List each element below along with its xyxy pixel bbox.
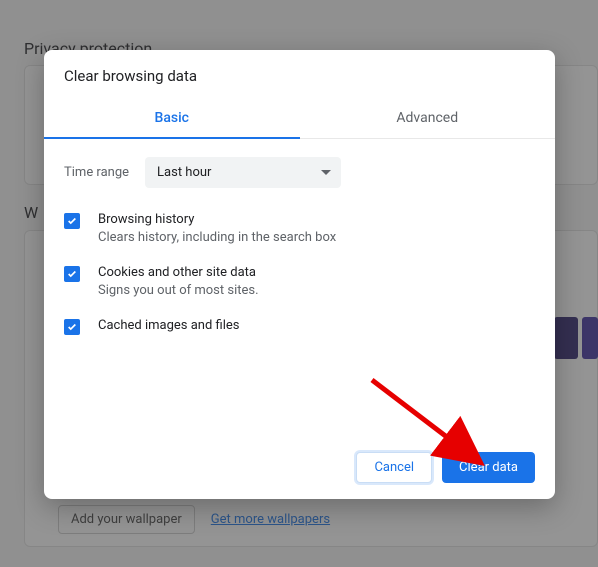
clear-data-button[interactable]: Clear data	[442, 452, 535, 483]
time-range-value: Last hour	[157, 165, 211, 180]
checkmark-icon	[67, 322, 77, 332]
chevron-down-icon	[321, 170, 331, 175]
check-label: Cookies and other site data	[98, 265, 259, 280]
clear-browsing-data-dialog: Clear browsing data Basic Advanced Time …	[44, 50, 555, 499]
checkmark-icon	[67, 269, 77, 279]
cancel-button[interactable]: Cancel	[356, 452, 432, 483]
check-text: Cached images and files	[98, 318, 239, 333]
time-range-dropdown[interactable]: Last hour	[145, 157, 341, 188]
tab-basic[interactable]: Basic	[44, 99, 300, 138]
time-range-label: Time range	[64, 165, 129, 180]
check-desc: Clears history, including in the search …	[98, 230, 336, 245]
check-row-cookies: Cookies and other site data Signs you ou…	[64, 265, 535, 298]
check-label: Browsing history	[98, 212, 336, 227]
checkbox-browsing-history[interactable]	[64, 213, 80, 229]
tab-bar: Basic Advanced	[44, 99, 555, 139]
checkmark-icon	[67, 216, 77, 226]
check-row-browsing-history: Browsing history Clears history, includi…	[64, 212, 535, 245]
check-text: Browsing history Clears history, includi…	[98, 212, 336, 245]
dialog-title: Clear browsing data	[44, 50, 555, 99]
check-label: Cached images and files	[98, 318, 239, 333]
dialog-body: Time range Last hour Browsing history Cl…	[44, 139, 555, 438]
tab-advanced[interactable]: Advanced	[300, 99, 556, 138]
check-row-cache: Cached images and files	[64, 318, 535, 335]
checkbox-cookies[interactable]	[64, 266, 80, 282]
check-desc: Signs you out of most sites.	[98, 283, 259, 298]
time-range-row: Time range Last hour	[64, 157, 535, 188]
dialog-footer: Cancel Clear data	[44, 438, 555, 499]
check-text: Cookies and other site data Signs you ou…	[98, 265, 259, 298]
checkbox-cache[interactable]	[64, 319, 80, 335]
